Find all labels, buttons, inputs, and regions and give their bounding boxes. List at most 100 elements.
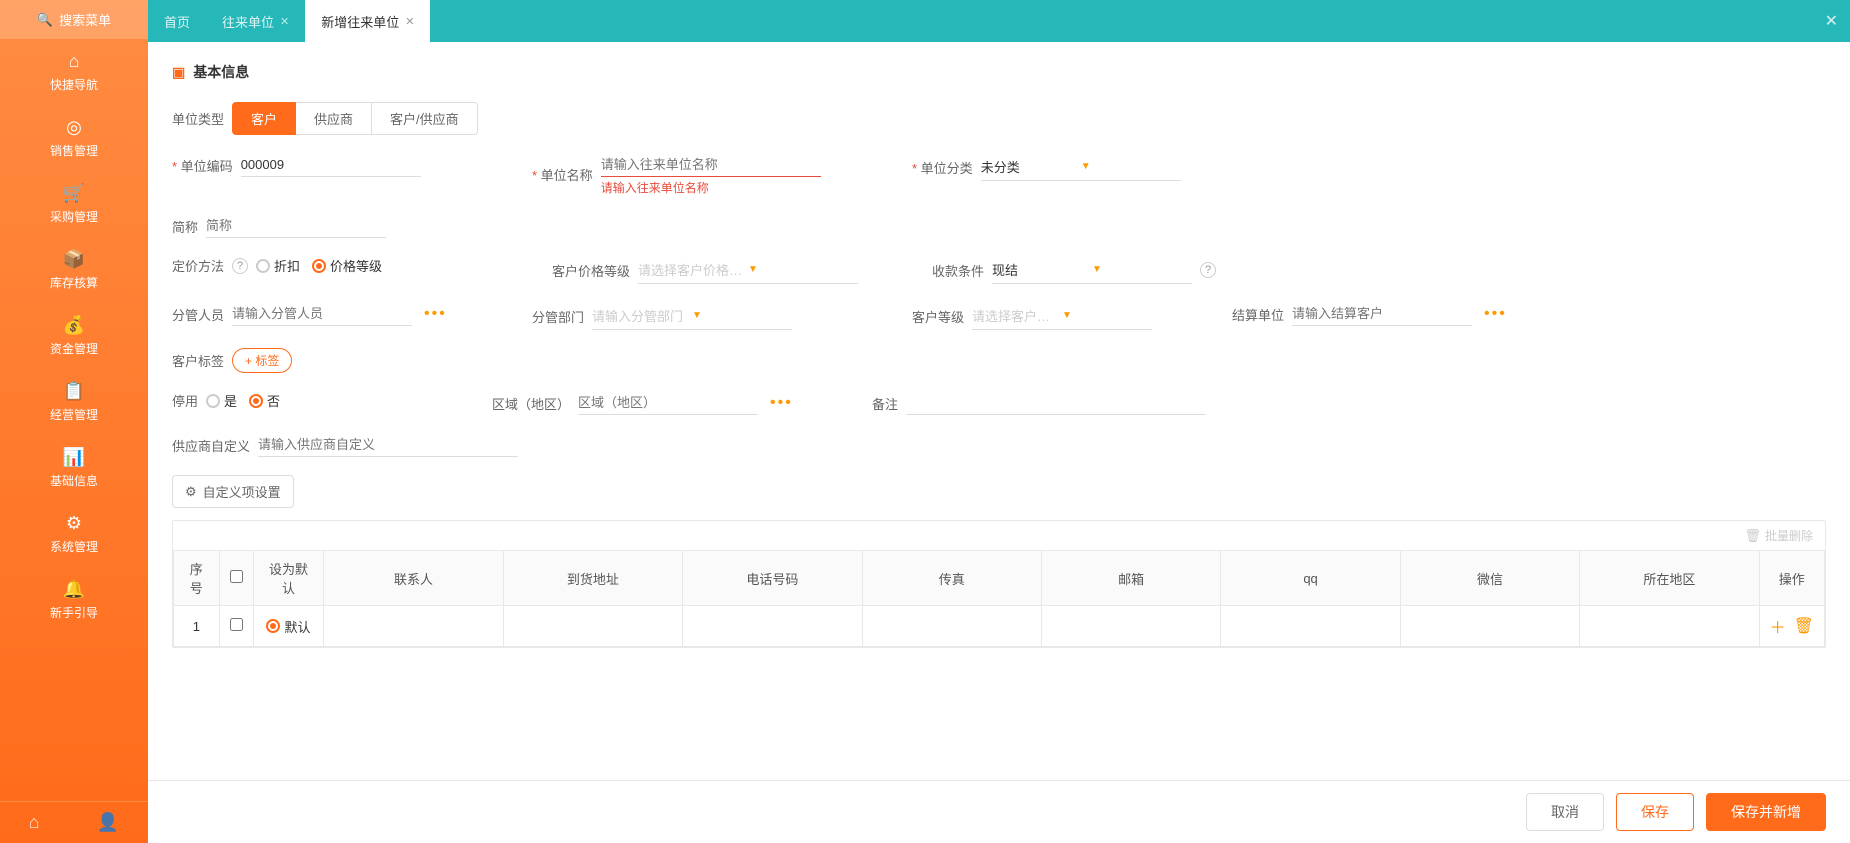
cancel-button[interactable]: 取消: [1526, 793, 1604, 831]
location-input[interactable]: [1590, 619, 1748, 634]
tab-contacts-close-icon[interactable]: ✕: [280, 15, 289, 28]
delete-row-icon[interactable]: 🗑: [1794, 616, 1814, 636]
pricing-help-icon[interactable]: ?: [232, 258, 248, 274]
unit-category-select[interactable]: 未分类 ▼: [981, 153, 1181, 181]
batch-delete-label[interactable]: 批量删除: [1765, 527, 1813, 544]
row-checkbox[interactable]: [230, 618, 243, 631]
form-content: ▣ 基本信息 单位类型 客户 供应商 客户/供应商 单位编码 单位名称: [148, 42, 1850, 780]
save-new-button[interactable]: 保存并新增: [1706, 793, 1826, 831]
cell-wechat[interactable]: [1400, 606, 1579, 647]
sidebar-item-quick-nav-label: 快捷导航: [50, 76, 98, 93]
notes-label: 备注: [872, 394, 898, 413]
type-btn-supplier[interactable]: 供应商: [296, 102, 372, 135]
cell-location[interactable]: [1580, 606, 1759, 647]
custom-settings-button[interactable]: ⚙ 自定义项设置: [172, 475, 294, 508]
customer-price-level-chevron-icon: ▼: [748, 264, 858, 275]
sidebar-item-basic-info-label: 基础信息: [50, 472, 98, 489]
address-input[interactable]: [514, 619, 672, 634]
department-placeholder: 请输入分管部门: [592, 306, 692, 325]
payment-terms-help-icon[interactable]: ?: [1200, 262, 1216, 278]
tab-new-contact-close-icon[interactable]: ✕: [405, 15, 414, 28]
notes-input[interactable]: [906, 391, 1206, 415]
cell-email[interactable]: [1041, 606, 1220, 647]
search-menu[interactable]: 🔍 搜索菜单: [0, 0, 148, 39]
radio-price-level-label: 价格等级: [330, 256, 382, 275]
select-all-checkbox[interactable]: [230, 570, 243, 583]
finance-icon: 💰: [63, 315, 85, 336]
col-wechat: 微信: [1400, 551, 1579, 606]
default-radio-item[interactable]: 默认: [266, 617, 310, 636]
cell-contact[interactable]: [324, 606, 503, 647]
sidebar-item-inventory-label: 库存核算: [50, 274, 98, 291]
settlement-unit-field: 结算单位 •••: [1232, 302, 1826, 326]
tab-contacts[interactable]: 往来单位 ✕: [206, 0, 305, 42]
region-input[interactable]: [578, 391, 758, 415]
contacts-table: 序号 设为默认 联系人 到货地址 电话号码 传真 邮箱 qq 微信 所在地区 操…: [173, 550, 1825, 647]
region-dots-btn[interactable]: •••: [766, 394, 797, 412]
qq-input[interactable]: [1231, 619, 1390, 634]
sidebar-item-sales[interactable]: ◎ 销售管理: [0, 105, 148, 171]
customer-tags-label: 客户标签: [172, 351, 224, 370]
phone-input[interactable]: [693, 619, 851, 634]
manager-dots-btn[interactable]: •••: [420, 305, 451, 323]
table-row: 1 默认: [174, 606, 1825, 647]
payment-terms-select[interactable]: 现结 ▼: [992, 256, 1192, 284]
supplier-custom-input[interactable]: [258, 433, 518, 457]
disabled-region-row: 停用 是 否 区域（地区） •••: [172, 391, 1826, 415]
radio-disabled-yes[interactable]: 是: [206, 391, 237, 410]
sidebar: 🔍 搜索菜单 ⌂ 快捷导航 ◎ 销售管理 🛒 采购管理 📦 库存核算 💰 资金管…: [0, 0, 148, 843]
default-radio-label: 默认: [284, 617, 310, 636]
email-input[interactable]: [1052, 619, 1210, 634]
unit-category-chevron-icon: ▼: [1081, 161, 1181, 172]
sidebar-item-operations[interactable]: 📋 经营管理: [0, 369, 148, 435]
cell-fax[interactable]: [862, 606, 1041, 647]
save-button[interactable]: 保存: [1616, 793, 1694, 831]
unit-code-input[interactable]: [241, 153, 421, 177]
customer-price-level-select[interactable]: 请选择客户价格等级 ▼: [638, 256, 858, 284]
fax-input[interactable]: [873, 619, 1031, 634]
tab-bar-close-icon[interactable]: ✕: [1825, 11, 1838, 31]
supplier-custom-label: 供应商自定义: [172, 436, 250, 455]
type-btn-both[interactable]: 客户/供应商: [372, 102, 478, 135]
radio-price-level-circle: [312, 259, 326, 273]
cell-qq[interactable]: [1221, 606, 1401, 647]
wechat-input[interactable]: [1411, 619, 1569, 634]
add-tag-button[interactable]: + 标签: [232, 348, 292, 373]
radio-disabled-no[interactable]: 否: [249, 391, 280, 410]
cell-address[interactable]: [503, 606, 682, 647]
sidebar-home-icon[interactable]: ⌂: [29, 812, 40, 833]
settlement-unit-input[interactable]: [1292, 302, 1472, 326]
type-btn-customer[interactable]: 客户: [232, 102, 296, 135]
col-qq: qq: [1221, 551, 1401, 606]
abbreviation-input[interactable]: [206, 214, 386, 238]
contact-input[interactable]: [334, 619, 492, 634]
sidebar-item-guide[interactable]: 🔔 新手引导: [0, 567, 148, 633]
sidebar-user-icon[interactable]: 👤: [97, 812, 119, 833]
disabled-label: 停用: [172, 391, 198, 410]
sidebar-item-basic-info[interactable]: 📊 基础信息: [0, 435, 148, 501]
tab-new-contact[interactable]: 新增往来单位 ✕: [305, 0, 430, 42]
col-region: 所在地区: [1580, 551, 1759, 606]
sidebar-item-finance[interactable]: 💰 资金管理: [0, 303, 148, 369]
sidebar-item-inventory[interactable]: 📦 库存核算: [0, 237, 148, 303]
cell-seq: 1: [174, 606, 220, 647]
department-select[interactable]: 请输入分管部门 ▼: [592, 302, 792, 330]
settlement-unit-dots-btn[interactable]: •••: [1480, 305, 1511, 323]
section-title-icon: ▣: [172, 64, 185, 81]
abbreviation-label: 简称: [172, 217, 198, 236]
col-email: 邮箱: [1041, 551, 1220, 606]
sidebar-item-purchase[interactable]: 🛒 采购管理: [0, 171, 148, 237]
customer-level-select[interactable]: 请选择客户等级 ▼: [972, 302, 1152, 330]
manager-input[interactable]: [232, 302, 412, 326]
tab-home[interactable]: 首页: [148, 0, 206, 42]
cell-phone[interactable]: [683, 606, 862, 647]
abbreviation-field: 简称: [172, 214, 492, 238]
tab-contacts-label: 往来单位: [222, 12, 274, 31]
sidebar-item-quick-nav[interactable]: ⌂ 快捷导航: [0, 39, 148, 105]
unit-name-input[interactable]: [601, 153, 821, 177]
supplier-custom-row: 供应商自定义: [172, 433, 1826, 457]
sidebar-item-system[interactable]: ⚙ 系统管理: [0, 501, 148, 567]
radio-price-level[interactable]: 价格等级: [312, 256, 382, 275]
radio-discount[interactable]: 折扣: [256, 256, 300, 275]
add-row-icon[interactable]: ＋: [1770, 614, 1786, 638]
